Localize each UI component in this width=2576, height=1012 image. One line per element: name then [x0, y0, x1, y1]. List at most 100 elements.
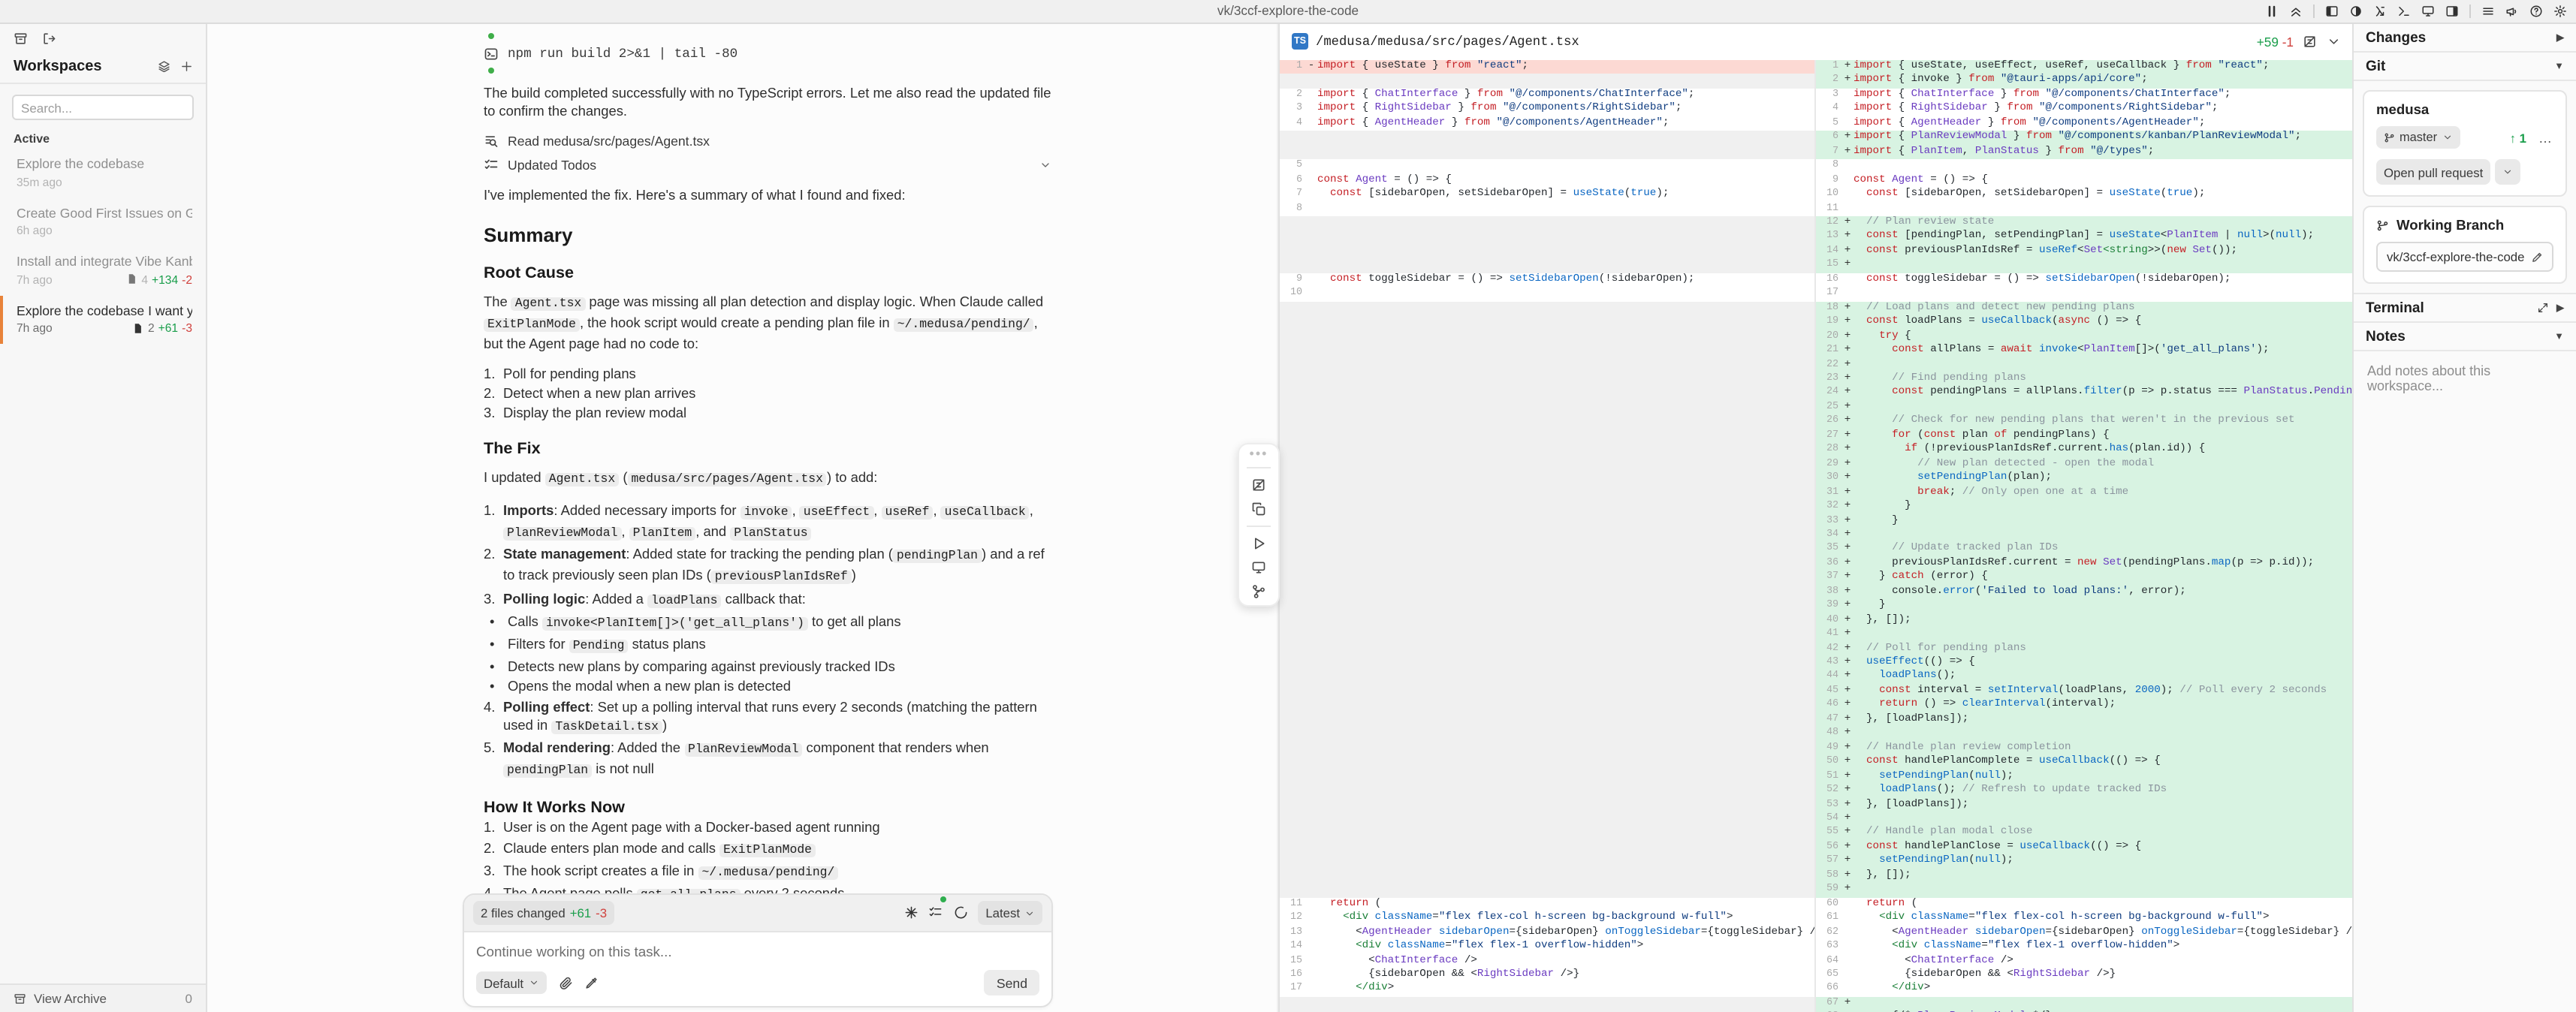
tool-call-label: Updated Todos [508, 158, 596, 173]
pr-dropdown-button[interactable] [2495, 159, 2520, 185]
pause-icon[interactable] [2265, 5, 2279, 18]
collapse-diff-icon[interactable] [2326, 35, 2340, 49]
version-select[interactable]: Latest [978, 901, 1042, 925]
edit-pencil-icon[interactable] [2530, 251, 2543, 264]
tool-call-row[interactable]: Read medusa/src/pages/Agent.tsx [484, 131, 1051, 151]
workspace-time: 7h ago [17, 273, 53, 286]
list-item: •Filters for Pending status plans [484, 635, 1051, 656]
whitespace-toggle-icon[interactable] [1251, 477, 1266, 492]
files-changed-label: 2 files changed [481, 905, 566, 920]
chat-scroll-area[interactable]: npm run build 2>&1 | tail -80The build c… [207, 24, 1277, 922]
git-branch-icon[interactable] [2373, 5, 2387, 18]
diff-header: TS /medusa/medusa/src/pages/Agent.tsx +5… [1280, 24, 2352, 59]
diff-body[interactable]: 1-import { useState } from "react";1+imp… [1280, 60, 2352, 1012]
workspace-time: 6h ago [17, 224, 53, 237]
search-input[interactable] [12, 95, 194, 120]
diff-row: 58+ }, []); [1280, 869, 2352, 884]
list-item: •Calls invoke<PlanItem[]>('get_all_plans… [484, 612, 1051, 633]
monitor-icon[interactable] [2421, 5, 2435, 18]
view-archive-button[interactable]: View Archive 0 [0, 983, 206, 1012]
archive-box-icon[interactable] [14, 32, 28, 46]
workspace-item[interactable]: Install and integrate Vibe Kanban Web C7… [0, 246, 206, 295]
diff-row: 47+ }, [loadPlans]); [1280, 713, 2352, 727]
section-heading: The Fix [484, 441, 1051, 459]
open-pr-button[interactable]: Open pull request [2376, 159, 2490, 185]
spark-icon[interactable] [903, 906, 918, 920]
drag-handle-icon[interactable]: ••• [1250, 450, 1268, 458]
diff-row: 57+ setPendingPlan(null); [1280, 855, 2352, 869]
sidebar-top-actions [0, 24, 206, 52]
settings-icon[interactable] [2553, 5, 2567, 18]
diff-row: 59+ [1280, 884, 2352, 898]
additions-count: +61 [570, 905, 591, 920]
diff-row: 12+ // Plan review state [1280, 216, 2352, 230]
git-branch-icon[interactable] [1251, 584, 1266, 599]
app-window: vk/3ccf-explore-the-code Workspaces [0, 0, 2576, 1012]
workspace-title: Explore the codebase [17, 156, 192, 171]
workspace-item[interactable]: Explore the codebase I want you to exp7h… [0, 295, 206, 344]
more-options-icon[interactable]: … [2538, 130, 2553, 145]
file-path: /medusa/medusa/src/pages/Agent.tsx [1316, 34, 1579, 49]
working-branch-card: Working Branch vk/3ccf-explore-the-code [2363, 206, 2567, 284]
send-button[interactable]: Send [985, 970, 1039, 995]
expand-icon[interactable] [2537, 302, 2549, 314]
diff-row: 7 const [sidebarOpen, setSidebarOpen] = … [1280, 188, 2352, 202]
copy-icon[interactable] [1251, 501, 1266, 517]
todos-activity-dot [940, 896, 946, 902]
panel-right-icon[interactable] [2445, 5, 2459, 18]
diff-row: 56+ const handlePlanClose = useCallback(… [1280, 841, 2352, 855]
help-icon[interactable] [2529, 5, 2543, 18]
notes-input[interactable]: Add notes about this workspace... [2354, 351, 2576, 405]
pen-icon[interactable] [584, 976, 599, 990]
working-branch-field[interactable]: vk/3ccf-explore-the-code [2376, 242, 2553, 272]
diff-row: 46+ return () => clearInterval(interval)… [1280, 699, 2352, 713]
version-label: Latest [985, 905, 1020, 920]
workspaces-title: Workspaces [14, 58, 149, 74]
todos-indicator[interactable] [928, 899, 943, 926]
titlebar: vk/3ccf-explore-the-code [0, 0, 2576, 24]
diff-row: 24+ const pendingPlans = allPlans.filter… [1280, 387, 2352, 401]
mode-label: Default [484, 975, 523, 990]
chat-panel: npm run build 2>&1 | tail -80The build c… [207, 24, 1277, 1012]
attach-icon[interactable] [558, 976, 572, 990]
changes-section-header[interactable]: Changes ▶ [2354, 24, 2576, 53]
workspace-item[interactable]: Create Good First Issues on Github So p6… [0, 197, 206, 246]
chevrons-up-icon[interactable] [2289, 5, 2303, 18]
list-item: 2.Detect when a new plan arrives [484, 384, 1051, 402]
git-section-header[interactable]: Git ▼ [2354, 53, 2576, 81]
tool-call-label: Read medusa/src/pages/Agent.tsx [508, 134, 710, 149]
mode-select[interactable]: Default [476, 971, 546, 994]
branch-select[interactable]: master [2376, 126, 2460, 149]
composer-status-bar: 2 files changed +61 -3 Latest [464, 895, 1051, 932]
terminal-section-header[interactable]: Terminal ▶ [2354, 293, 2576, 323]
chevron-down-icon [2442, 132, 2452, 143]
chevron-down-icon[interactable] [1039, 159, 1051, 171]
menu-icon[interactable] [2481, 5, 2495, 18]
deletions-count: -3 [596, 905, 607, 920]
diff-row: 54+ [1280, 812, 2352, 827]
whitespace-toggle-icon[interactable] [2303, 35, 2317, 49]
monitor-icon[interactable] [1251, 560, 1266, 575]
megaphone-icon[interactable] [2505, 5, 2519, 18]
play-icon[interactable] [1251, 536, 1266, 551]
working-branch-label: Working Branch [2397, 218, 2504, 233]
window-title: vk/3ccf-explore-the-code [0, 0, 2576, 23]
tool-call-row[interactable]: Updated Todos [484, 155, 1051, 175]
theme-icon[interactable] [2349, 5, 2363, 18]
workspace-list: Explore the codebase35m agoCreate Good F… [0, 149, 206, 344]
layers-icon[interactable] [158, 60, 170, 73]
notes-section-header[interactable]: Notes ▼ [2354, 323, 2576, 351]
terminal-icon[interactable] [2397, 5, 2411, 18]
files-changed-chip[interactable]: 2 files changed +61 -3 [473, 901, 614, 925]
message-input[interactable]: Continue working on this task... [464, 932, 1051, 967]
workspace-item[interactable]: Explore the codebase35m ago [0, 149, 206, 197]
assistant-paragraph: I've implemented the fix. Here's a summa… [484, 185, 1051, 204]
file-search-icon [484, 134, 499, 149]
add-workspace-icon[interactable] [179, 60, 192, 73]
diff-row: 52+ loadPlans(); // Refresh to update tr… [1280, 784, 2352, 798]
list-item: 3.The hook script creates a file in ~/.m… [484, 861, 1051, 882]
tool-call-row[interactable]: npm run build 2>&1 | tail -80 [484, 44, 1051, 63]
panel-left-icon[interactable] [2325, 5, 2339, 18]
collapse-sidebar-icon[interactable] [41, 32, 56, 46]
diff-row: 28+ if (!previousPlanIdsRef.current.has(… [1280, 443, 2352, 457]
